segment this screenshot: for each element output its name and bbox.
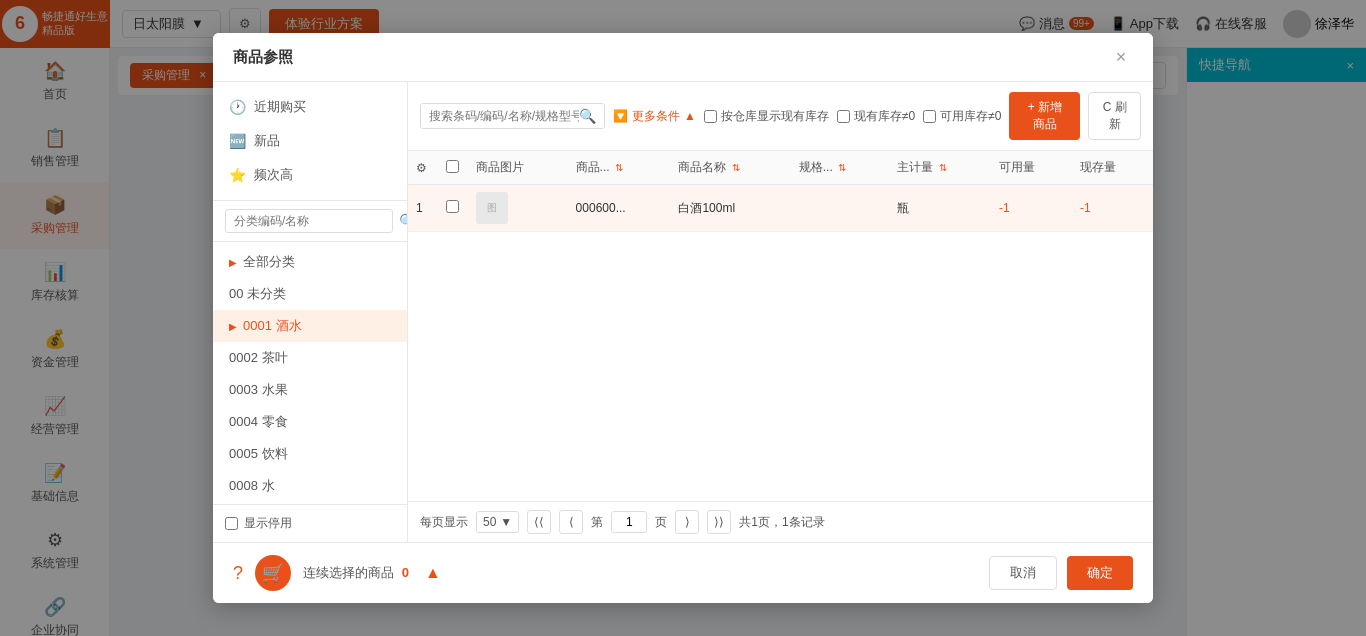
search-toolbar: 🔍 🔽 更多条件 ▲ 按仓库显示现有库存 现有库存≠0: [408, 82, 1153, 151]
show-disabled-checkbox[interactable]: [225, 517, 238, 530]
chevron-down-icon: ▼: [500, 515, 512, 529]
category-uncategorized[interactable]: 00 未分类: [213, 278, 407, 310]
nav-item-recent[interactable]: 🕐 近期购买: [213, 90, 407, 124]
row-name-cell: 白酒100ml: [670, 185, 790, 232]
category-search-area: 🔍: [213, 201, 407, 242]
category-liquor[interactable]: ▶ 0001 酒水: [213, 310, 407, 342]
row-checkbox[interactable]: [446, 200, 459, 213]
sort-icon: ⇅: [615, 162, 623, 173]
collapse-button[interactable]: ▲: [425, 564, 441, 582]
row-code-cell: 000600...: [568, 185, 671, 232]
modal-body: 🕐 近期购买 🆕 新品 ⭐ 频次高 🔍: [213, 82, 1153, 542]
footer-buttons: 取消 确定: [989, 556, 1133, 590]
search-icon[interactable]: 🔍: [579, 108, 596, 124]
page-number-input[interactable]: [611, 511, 647, 533]
selection-count: 0: [402, 565, 409, 580]
checkbox-col-header[interactable]: [438, 151, 468, 185]
pagination: 每页显示 50 ▼ ⟨⟨ ⟨ 第 页 ⟩ ⟩⟩ 共1页，1条记录: [408, 501, 1153, 542]
selection-label: 连续选择的商品 0: [303, 564, 413, 582]
category-list: ▶ 全部分类 00 未分类 ▶ 0001 酒水 0002 茶叶 0003 水果: [213, 242, 407, 504]
confirm-button[interactable]: 确定: [1067, 556, 1133, 590]
row-spec-cell: [791, 185, 890, 232]
toolbar-right: + 新增商品 C 刷新: [1009, 92, 1141, 140]
new-icon: 🆕: [229, 133, 246, 149]
search-icon[interactable]: 🔍: [399, 213, 408, 229]
cancel-button[interactable]: 取消: [989, 556, 1057, 590]
first-page-button[interactable]: ⟨⟨: [527, 510, 551, 534]
modal-left-panel: 🕐 近期购买 🆕 新品 ⭐ 频次高 🔍: [213, 82, 408, 542]
product-table-wrap: ⚙ 商品图片 商品... ⇅ 商品名称: [408, 151, 1153, 501]
product-reference-modal: 商品参照 × 🕐 近期购买 🆕 新品 ⭐: [213, 33, 1153, 603]
row-index: 1: [408, 185, 438, 232]
clock-icon: 🕐: [229, 99, 246, 115]
category-snacks[interactable]: 0004 零食: [213, 406, 407, 438]
product-table: ⚙ 商品图片 商品... ⇅ 商品名称: [408, 151, 1153, 232]
cart-button[interactable]: 🛒: [255, 555, 291, 591]
help-icon[interactable]: ?: [233, 563, 243, 584]
page-size-select[interactable]: 50 ▼: [476, 511, 519, 533]
triangle-icon: ▶: [229, 257, 237, 268]
category-water[interactable]: 0008 水: [213, 470, 407, 502]
category-fruit[interactable]: 0003 水果: [213, 374, 407, 406]
next-page-button[interactable]: ⟩: [675, 510, 699, 534]
sort-icon: ⇅: [838, 162, 846, 173]
nav-item-new[interactable]: 🆕 新品: [213, 124, 407, 158]
modal-close-button[interactable]: ×: [1109, 45, 1133, 69]
current-stock-checkbox[interactable]: [837, 110, 850, 123]
modal-title: 商品参照: [233, 48, 293, 67]
triangle-icon: ▶: [229, 321, 237, 332]
modal-right-panel: 🔍 🔽 更多条件 ▲ 按仓库显示现有库存 现有库存≠0: [408, 82, 1153, 542]
category-search-input[interactable]: [225, 209, 393, 233]
table-header-row: ⚙ 商品图片 商品... ⇅ 商品名称: [408, 151, 1153, 185]
modal-left-nav: 🕐 近期购买 🆕 新品 ⭐ 频次高: [213, 82, 407, 201]
modal-footer: ? 🛒 连续选择的商品 0 ▲ 取消 确定: [213, 542, 1153, 603]
available-col-header: 可用量: [991, 151, 1072, 185]
cart-icon: 🛒: [262, 562, 284, 584]
refresh-button[interactable]: C 刷新: [1088, 92, 1141, 140]
nav-item-frequent[interactable]: ⭐ 频次高: [213, 158, 407, 192]
current-stock-checkbox-label[interactable]: 现有库存≠0: [837, 108, 915, 125]
modal-header: 商品参照 ×: [213, 33, 1153, 82]
add-product-button[interactable]: + 新增商品: [1009, 92, 1080, 140]
chevron-up-icon: ▲: [684, 109, 696, 123]
row-image-cell: 图: [468, 185, 568, 232]
category-all[interactable]: ▶ 全部分类: [213, 246, 407, 278]
search-input-wrap: 🔍: [420, 103, 605, 129]
category-drinks[interactable]: 0005 饮料: [213, 438, 407, 470]
product-table-body: 1 图 000600... 白酒100ml 瓶: [408, 185, 1153, 232]
filter-button[interactable]: 🔽 更多条件 ▲: [613, 108, 696, 125]
unit-col-header[interactable]: 主计量 ⇅: [889, 151, 991, 185]
star-icon: ⭐: [229, 167, 246, 183]
available-stock-checkbox[interactable]: [923, 110, 936, 123]
sort-icon: ⇅: [939, 162, 947, 173]
row-unit-cell: 瓶: [889, 185, 991, 232]
warehouse-stock-checkbox-label[interactable]: 按仓库显示现有库存: [704, 108, 829, 125]
settings-col-header[interactable]: ⚙: [408, 151, 438, 185]
table-row[interactable]: 1 图 000600... 白酒100ml 瓶: [408, 185, 1153, 232]
modal-overlay: 商品参照 × 🕐 近期购买 🆕 新品 ⭐: [0, 0, 1366, 636]
code-col-header[interactable]: 商品... ⇅: [568, 151, 671, 185]
stock-col-header: 现存量: [1072, 151, 1153, 185]
row-checkbox-cell[interactable]: [438, 185, 468, 232]
category-tea[interactable]: 0002 茶叶: [213, 342, 407, 374]
filter-icon: 🔽: [613, 109, 628, 123]
warehouse-stock-checkbox[interactable]: [704, 110, 717, 123]
product-image: 图: [476, 192, 508, 224]
prev-page-button[interactable]: ⟨: [559, 510, 583, 534]
last-page-button[interactable]: ⟩⟩: [707, 510, 731, 534]
sort-icon: ⇅: [732, 162, 740, 173]
available-stock-checkbox-label[interactable]: 可用库存≠0: [923, 108, 1001, 125]
show-disabled-label[interactable]: 显示停用: [244, 515, 292, 532]
show-disabled-area: 显示停用: [213, 504, 407, 542]
spec-col-header[interactable]: 规格... ⇅: [791, 151, 890, 185]
row-stock-cell: -1: [1072, 185, 1153, 232]
select-all-checkbox[interactable]: [446, 160, 459, 173]
row-available-cell: -1: [991, 185, 1072, 232]
product-search-input[interactable]: [429, 109, 579, 123]
name-col-header[interactable]: 商品名称 ⇅: [670, 151, 790, 185]
image-col-header: 商品图片: [468, 151, 568, 185]
page-summary: 共1页，1条记录: [739, 514, 824, 531]
